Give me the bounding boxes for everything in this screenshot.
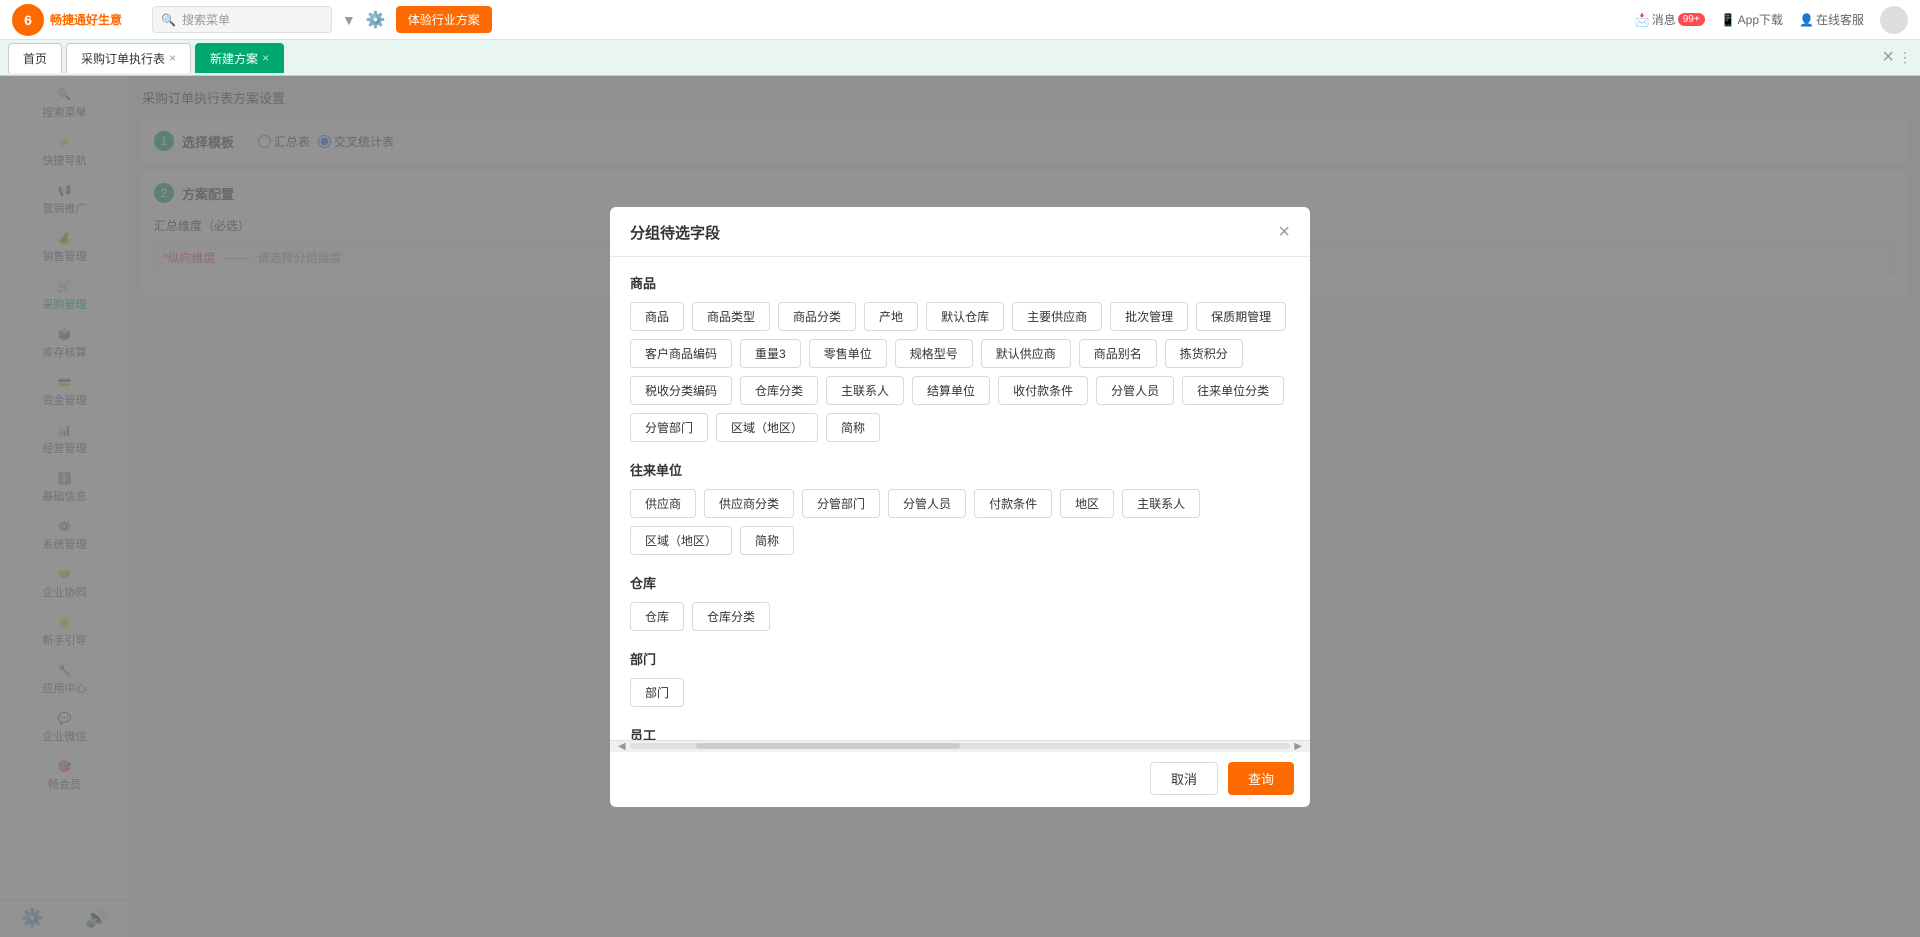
field-tag[interactable]: 商品类型 [692,302,770,331]
message-icon: 📩 [1635,13,1650,27]
field-tag[interactable]: 默认供应商 [981,339,1071,368]
field-tag[interactable]: 收付款条件 [998,376,1088,405]
field-tag[interactable]: 规格型号 [895,339,973,368]
messages-btn[interactable]: 📩 消息 99+ [1635,11,1705,28]
field-section-employee: 员工 业务员 [630,725,1290,740]
service-icon: 👤 [1799,13,1814,27]
app-download-btn[interactable]: 📱 App下载 [1721,11,1783,28]
modal-body: 商品 商品 商品类型 商品分类 产地 默认仓库 主要供应商 批次管理 保质期管理… [610,257,1310,740]
field-tag[interactable]: 分管部门 [630,413,708,442]
modal-overlay: 分组待选字段 × 商品 商品 商品类型 商品分类 产地 默认仓库 主要供应商 批… [0,76,1920,937]
field-tags-partner: 供应商 供应商分类 分管部门 分管人员 付款条件 地区 主联系人 区域（地区） … [630,489,1290,555]
field-tags-dept: 部门 [630,678,1290,707]
field-tags-product: 商品 商品类型 商品分类 产地 默认仓库 主要供应商 批次管理 保质期管理 客户… [630,302,1290,442]
section-title-employee: 员工 [630,725,1290,740]
field-section-product: 商品 商品 商品类型 商品分类 产地 默认仓库 主要供应商 批次管理 保质期管理… [630,273,1290,442]
field-tag[interactable]: 区域（地区） [630,526,732,555]
field-tag[interactable]: 客户商品编码 [630,339,732,368]
field-tag[interactable]: 仓库分类 [740,376,818,405]
field-tag[interactable]: 产地 [864,302,918,331]
hscroll-thumb[interactable] [696,743,960,749]
field-tag[interactable]: 零售单位 [809,339,887,368]
field-tag[interactable]: 区域（地区） [716,413,818,442]
field-tag[interactable]: 批次管理 [1110,302,1188,331]
logo: 6 畅捷通好生意 [12,4,142,36]
messages-badge: 99+ [1678,13,1705,26]
modal-footer: 取消 查询 [610,752,1310,807]
field-tag[interactable]: 供应商 [630,489,696,518]
try-btn[interactable]: 体验行业方案 [396,6,492,33]
field-tag[interactable]: 默认仓库 [926,302,1004,331]
tab-new-plan-label: 新建方案 [210,50,258,67]
tab-purchase-label: 采购订单执行表 [81,50,165,67]
field-tag[interactable]: 付款条件 [974,489,1052,518]
field-tag[interactable]: 结算单位 [912,376,990,405]
modal: 分组待选字段 × 商品 商品 商品类型 商品分类 产地 默认仓库 主要供应商 批… [610,207,1310,807]
field-section-warehouse: 仓库 仓库 仓库分类 [630,573,1290,631]
modal-hscroll: ◀ ▶ [610,740,1310,752]
field-tag[interactable]: 商品分类 [778,302,856,331]
modal-header: 分组待选字段 × [610,207,1310,257]
hscroll-right-arrow[interactable]: ▶ [1294,741,1302,752]
logo-icon: 6 [12,4,44,36]
field-tag[interactable]: 分管人员 [888,489,966,518]
hscroll-track [630,743,1291,749]
field-tag[interactable]: 分管人员 [1096,376,1174,405]
logo-text: 畅捷通好生意 [50,11,122,28]
tab-new-plan[interactable]: 新建方案 × [195,43,284,73]
section-title-warehouse: 仓库 [630,573,1290,592]
field-tag[interactable]: 拣货积分 [1165,339,1243,368]
field-tag[interactable]: 重量3 [740,339,801,368]
tab-new-plan-close[interactable]: × [262,51,269,65]
field-tags-warehouse: 仓库 仓库分类 [630,602,1290,631]
search-icon: 🔍 [161,13,176,27]
tab-purchase-list[interactable]: 采购订单执行表 × [66,43,191,73]
field-tag[interactable]: 商品 [630,302,684,331]
section-title-dept: 部门 [630,649,1290,668]
top-nav-right: 📩 消息 99+ 📱 App下载 👤 在线客服 [1635,6,1908,34]
search-placeholder: 搜索菜单 [182,11,230,28]
settings-icon[interactable]: ⚙️ [366,10,386,30]
tab-more[interactable]: ⋮ [1898,49,1912,66]
messages-label: 消息 [1652,11,1676,28]
field-tag[interactable]: 地区 [1060,489,1114,518]
confirm-button[interactable]: 查询 [1228,762,1294,795]
tab-purchase-close[interactable]: × [169,51,176,65]
cancel-button[interactable]: 取消 [1150,762,1218,795]
online-service-btn[interactable]: 👤 在线客服 [1799,11,1864,28]
field-tag[interactable]: 往来单位分类 [1182,376,1284,405]
field-tag[interactable]: 仓库 [630,602,684,631]
tab-home[interactable]: 首页 [8,43,62,73]
section-title-partner: 往来单位 [630,460,1290,479]
field-tag[interactable]: 简称 [740,526,794,555]
field-tag[interactable]: 税收分类编码 [630,376,732,405]
field-tag[interactable]: 部门 [630,678,684,707]
field-tag[interactable]: 商品别名 [1079,339,1157,368]
tab-bar: 首页 采购订单执行表 × 新建方案 × × ⋮ [0,40,1920,76]
section-title-product: 商品 [630,273,1290,292]
field-section-partner: 往来单位 供应商 供应商分类 分管部门 分管人员 付款条件 地区 主联系人 区域… [630,460,1290,555]
field-tag[interactable]: 主联系人 [826,376,904,405]
user-avatar[interactable] [1880,6,1908,34]
field-tag[interactable]: 简称 [826,413,880,442]
modal-close-icon[interactable]: × [1278,221,1290,244]
field-tag[interactable]: 主联系人 [1122,489,1200,518]
dropdown-icon[interactable]: ▼ [342,12,356,28]
field-tag[interactable]: 保质期管理 [1196,302,1286,331]
search-bar[interactable]: 🔍 搜索菜单 [152,6,332,33]
field-section-dept: 部门 部门 [630,649,1290,707]
field-tag[interactable]: 供应商分类 [704,489,794,518]
modal-title: 分组待选字段 [630,222,720,243]
field-tag[interactable]: 主要供应商 [1012,302,1102,331]
field-tag[interactable]: 仓库分类 [692,602,770,631]
hscroll-left-arrow[interactable]: ◀ [618,741,626,752]
download-icon: 📱 [1721,13,1736,27]
field-tag[interactable]: 分管部门 [802,489,880,518]
tab-close-all[interactable]: × [1882,46,1894,69]
